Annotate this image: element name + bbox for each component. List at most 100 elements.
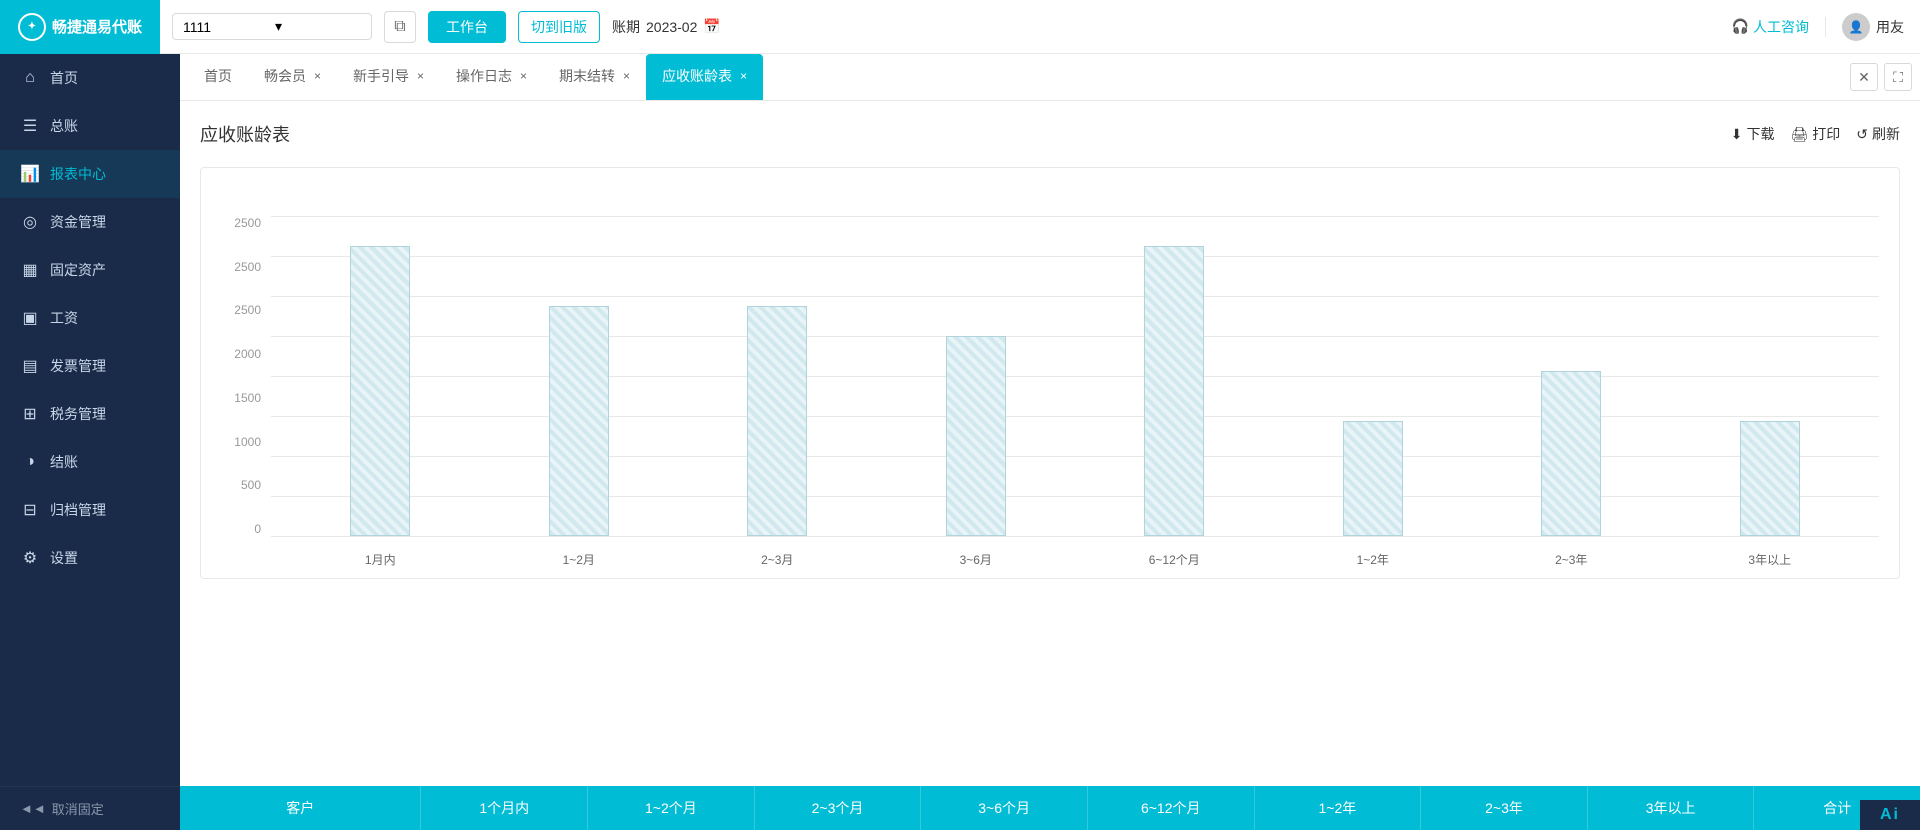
bar-2-3year <box>1541 371 1601 536</box>
bar-2-3month <box>747 306 807 536</box>
sidebar-unpin[interactable]: ◄◄ 取消固定 <box>0 786 180 830</box>
tab-close-icon[interactable]: × <box>314 69 321 83</box>
col-1-2year: 1~2年 <box>1255 786 1422 830</box>
col-2-3month: 2~3个月 <box>755 786 922 830</box>
tab-period-end[interactable]: 期末结转 × <box>543 54 646 100</box>
tab-label: 期末结转 <box>559 66 615 86</box>
sidebar-item-payroll[interactable]: ▣ 工资 <box>0 294 180 342</box>
tab-close-icon[interactable]: × <box>520 69 527 83</box>
action-buttons: ⬇ 下载 🖨 打印 ↺ 刷新 <box>1731 124 1900 144</box>
consult-button[interactable]: 🎧 人工咨询 <box>1732 17 1809 37</box>
sidebar-item-settings[interactable]: ⚙ 设置 <box>0 534 180 582</box>
copy-icon: ⧉ <box>394 18 405 36</box>
divider <box>1825 17 1826 37</box>
chart-body <box>271 216 1879 536</box>
sidebar-item-label: 结账 <box>50 452 78 472</box>
tab-close-icon[interactable]: × <box>740 69 747 83</box>
sidebar-item-label: 资金管理 <box>50 212 106 232</box>
print-button[interactable]: 🖨 打印 <box>1790 124 1840 144</box>
app-header: ✦ 畅捷通易代账 1111 ▾ ⧉ 工作台 切到旧版 账期 2023-02 📅 … <box>0 0 1920 54</box>
x-label: 1~2年 <box>1343 551 1403 568</box>
app-logo: ✦ 畅捷通易代账 <box>0 0 160 54</box>
close-all-tabs-button[interactable]: ✕ <box>1850 63 1878 91</box>
tab-label: 新手引导 <box>353 66 409 86</box>
sidebar-item-funds[interactable]: ◎ 资金管理 <box>0 198 180 246</box>
grid-line <box>271 536 1879 537</box>
content-area: 首页 畅会员 × 新手引导 × 操作日志 × 期末结转 × 应收账龄表 × <box>180 54 1920 830</box>
ledger-icon: ☰ <box>20 116 40 136</box>
grid-line <box>271 216 1879 217</box>
sidebar-item-label: 固定资产 <box>50 260 106 280</box>
funds-icon: ◎ <box>20 212 40 232</box>
calendar-icon[interactable]: 📅 <box>703 18 720 35</box>
sidebar-item-invoice[interactable]: ▤ 发票管理 <box>0 342 180 390</box>
unpin-label: 取消固定 <box>52 799 104 818</box>
refresh-label: 刷新 <box>1872 124 1900 144</box>
tab-log[interactable]: 操作日志 × <box>440 54 543 100</box>
chart-container: 2500 2500 2500 2000 1500 1000 500 0 <box>200 167 1900 579</box>
page-title: 应收账龄表 <box>200 121 290 147</box>
tab-close-icon[interactable]: × <box>417 69 424 83</box>
maximize-button[interactable]: ⛶ <box>1884 63 1912 91</box>
sidebar-item-assets[interactable]: ▦ 固定资产 <box>0 246 180 294</box>
sidebar-item-label: 税务管理 <box>50 404 106 424</box>
chart-y-axis: 2500 2500 2500 2000 1500 1000 500 0 <box>221 216 271 536</box>
sidebar-item-home[interactable]: ⌂ 首页 <box>0 54 180 102</box>
tab-label: 首页 <box>204 66 232 86</box>
bar-1-2year <box>1343 421 1403 536</box>
download-button[interactable]: ⬇ 下载 <box>1731 124 1775 144</box>
user-menu[interactable]: 👤 用友 <box>1842 13 1904 41</box>
tab-member[interactable]: 畅会员 × <box>248 54 337 100</box>
print-icon: 🖨 <box>1790 126 1808 143</box>
workbench-button[interactable]: 工作台 <box>428 11 506 43</box>
x-label: 2~3月 <box>747 551 807 568</box>
page-title-bar: 应收账龄表 ⬇ 下载 🖨 打印 ↺ 刷新 <box>200 121 1900 147</box>
sidebar-item-label: 总账 <box>50 116 78 136</box>
sidebar: ⌂ 首页 ☰ 总账 📊 报表中心 ◎ 资金管理 ▦ 固定资产 ▣ 工资 ▤ 发票… <box>0 54 180 830</box>
ai-badge[interactable]: Ai <box>1860 800 1920 830</box>
refresh-button[interactable]: ↺ 刷新 <box>1856 124 1900 144</box>
col-1month: 1个月内 <box>421 786 588 830</box>
table-header: 客户 1个月内 1~2个月 2~3个月 3~6个月 6~12个月 1~2年 2~… <box>180 786 1920 830</box>
tab-guide[interactable]: 新手引导 × <box>337 54 440 100</box>
download-label: 下载 <box>1746 124 1774 144</box>
company-name: 1111 <box>183 19 269 35</box>
sidebar-item-ledger[interactable]: ☰ 总账 <box>0 102 180 150</box>
reports-icon: 📊 <box>20 164 40 184</box>
tab-home[interactable]: 首页 <box>188 54 248 100</box>
sidebar-item-close[interactable]: ◑ 结账 <box>0 438 180 486</box>
x-label: 3~6月 <box>946 551 1006 568</box>
copy-icon-btn[interactable]: ⧉ <box>384 11 416 43</box>
chart-area: 2500 2500 2500 2000 1500 1000 500 0 <box>221 188 1879 568</box>
home-icon: ⌂ <box>20 69 40 87</box>
print-label: 打印 <box>1812 124 1840 144</box>
main-layout: ⌂ 首页 ☰ 总账 📊 报表中心 ◎ 资金管理 ▦ 固定资产 ▣ 工资 ▤ 发票… <box>0 54 1920 830</box>
switch-version-button[interactable]: 切到旧版 <box>518 11 600 43</box>
col-customer: 客户 <box>180 786 421 830</box>
chart-x-labels: 1月内 1~2月 2~3月 3~6月 6~12个月 1~2年 2~3年 3年以上 <box>271 551 1879 568</box>
settings-icon: ⚙ <box>20 548 40 568</box>
assets-icon: ▦ <box>20 260 40 280</box>
app-title: 畅捷通易代账 <box>52 16 142 37</box>
tab-close-icon[interactable]: × <box>623 69 630 83</box>
col-6-12month: 6~12个月 <box>1088 786 1255 830</box>
tab-label: 畅会员 <box>264 66 306 86</box>
sidebar-item-archive[interactable]: ⊟ 归档管理 <box>0 486 180 534</box>
tabs-bar: 首页 畅会员 × 新手引导 × 操作日志 × 期末结转 × 应收账龄表 × <box>180 54 1920 101</box>
sidebar-item-tax[interactable]: ⊞ 税务管理 <box>0 390 180 438</box>
x-label: 1~2月 <box>549 551 609 568</box>
download-icon: ⬇ <box>1731 126 1743 143</box>
period-value: 2023-02 <box>646 19 697 35</box>
chart-bars <box>271 246 1879 536</box>
x-label: 1月内 <box>350 551 410 568</box>
archive-icon: ⊟ <box>20 500 40 520</box>
tab-aging[interactable]: 应收账龄表 × <box>646 54 763 100</box>
sidebar-item-label: 发票管理 <box>50 356 106 376</box>
col-2-3year: 2~3年 <box>1421 786 1588 830</box>
consult-label: 人工咨询 <box>1753 17 1809 37</box>
refresh-icon: ↺ <box>1856 126 1868 143</box>
x-label: 6~12个月 <box>1144 551 1204 568</box>
company-selector[interactable]: 1111 ▾ <box>172 13 372 40</box>
sidebar-item-reports[interactable]: 📊 报表中心 <box>0 150 180 198</box>
bar-6-12month <box>1144 246 1204 536</box>
